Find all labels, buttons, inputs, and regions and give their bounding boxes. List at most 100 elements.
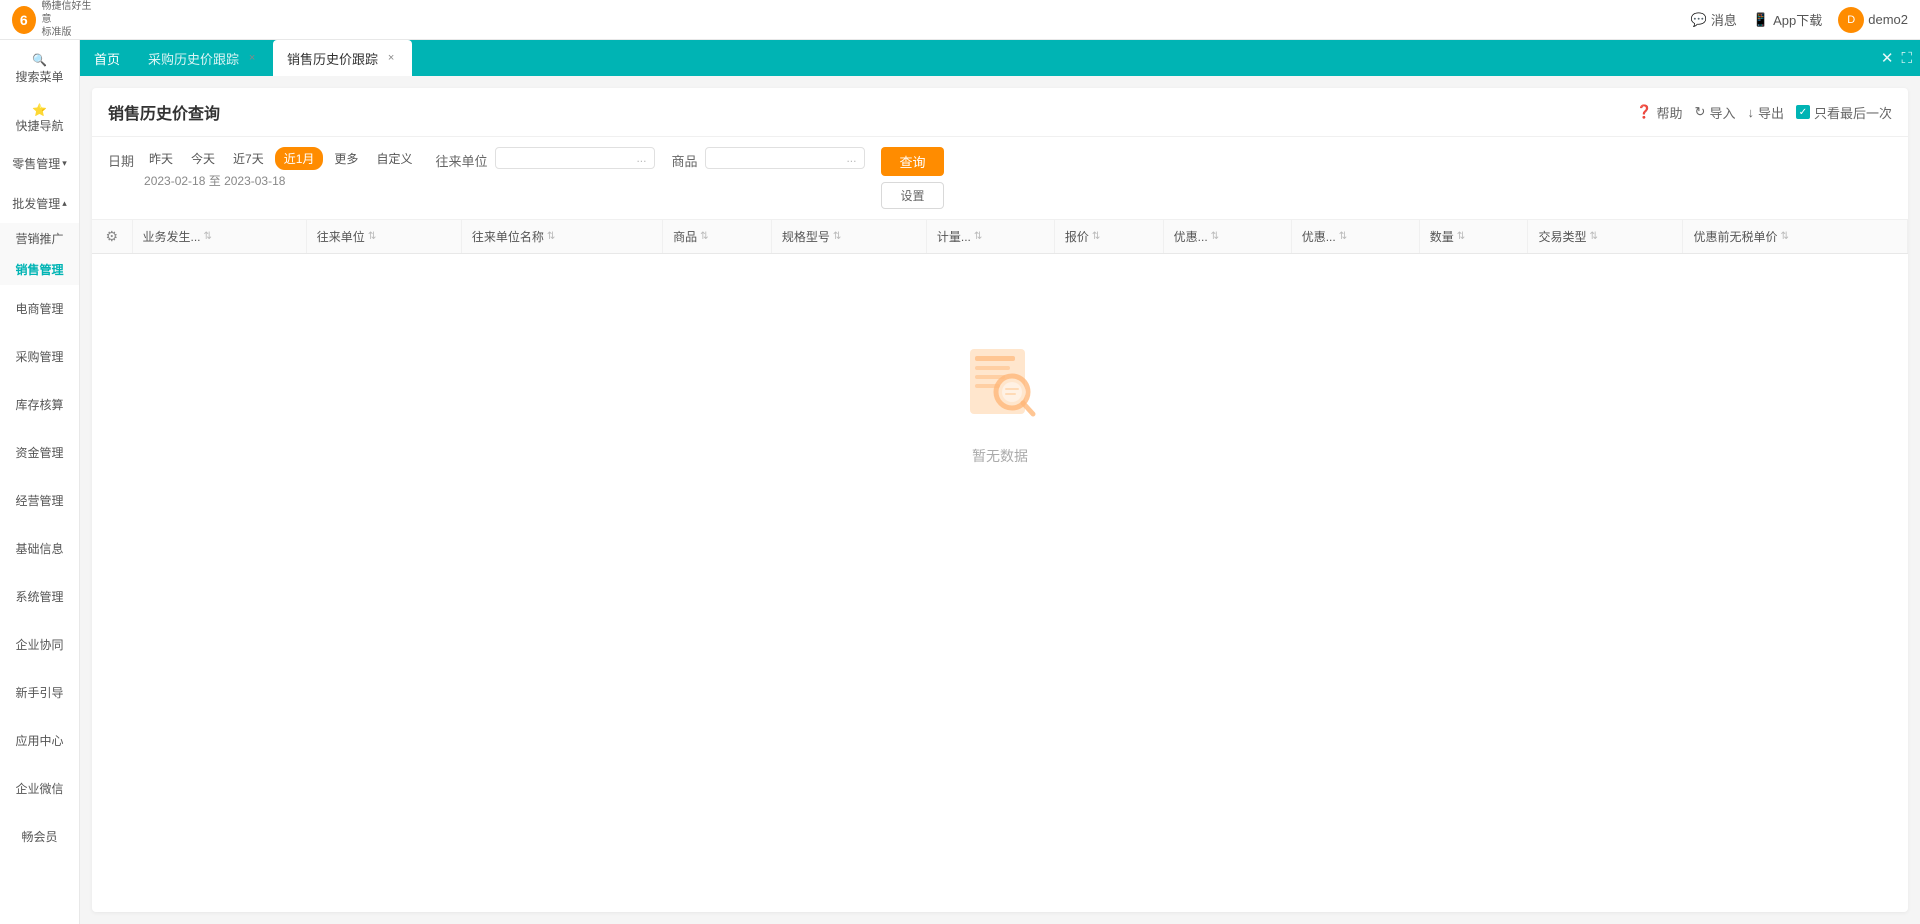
product-input[interactable]: ... xyxy=(705,147,865,169)
sort-icon-unit: ⇅ xyxy=(974,231,982,242)
sidebar-section-retail: 零售管理 ▾ xyxy=(0,143,79,183)
col-quantity[interactable]: 数量 ⇅ xyxy=(1419,220,1528,254)
sidebar-section-wholesale: 批发管理 ▴ 营销推广 销售管理 xyxy=(0,183,79,285)
sidebar-item-inventory[interactable]: 库存核算 xyxy=(0,381,79,429)
tab-sales-history[interactable]: 销售历史价跟踪 × xyxy=(273,40,412,76)
sidebar-item-search-menu[interactable]: 🔍 搜索菜单 xyxy=(0,44,79,94)
col-quote[interactable]: 报价 ⇅ xyxy=(1054,220,1163,254)
tab-purchase-history[interactable]: 采购历史价跟踪 × xyxy=(134,40,273,76)
col-spec[interactable]: 规格型号 ⇅ xyxy=(771,220,926,254)
sidebar-menu: 🔍 搜索菜单 ⭐ 快捷导航 零售管理 ▾ 批发管理 ▴ 营销推广 销售管理 xyxy=(0,40,79,924)
col-partner-name[interactable]: 往来单位名称 ⇅ xyxy=(461,220,662,254)
empty-text: 暂无数据 xyxy=(972,446,1028,466)
logo-area: 6 畅捷信好生意 标准版 xyxy=(12,0,92,39)
message-button[interactable]: 💬 消息 xyxy=(1691,10,1737,29)
sidebar-item-apps[interactable]: 应用中心 xyxy=(0,717,79,765)
main-content: 销售历史价查询 ❓ 帮助 ↻ 导入 ↓ 导出 ✓ 只看最后一次 xyxy=(80,76,1920,924)
query-button[interactable]: 查询 xyxy=(881,147,943,176)
topbar-left: 6 畅捷信好生意 标准版 xyxy=(12,0,92,39)
col-partner-code[interactable]: 往来单位 ⇅ xyxy=(306,220,461,254)
help-button[interactable]: ❓ 帮助 xyxy=(1636,103,1682,122)
date-more[interactable]: 更多 xyxy=(327,147,365,170)
sort-icon-pre-tax-price: ⇅ xyxy=(1781,231,1789,242)
col-discount2[interactable]: 优惠... ⇅ xyxy=(1291,220,1419,254)
col-trade-type[interactable]: 交易类型 ⇅ xyxy=(1528,220,1683,254)
sort-icon-quantity: ⇅ xyxy=(1457,231,1465,242)
sort-icon-discount2: ⇅ xyxy=(1339,231,1347,242)
tabsbar-right: ✕ ⛶ xyxy=(1881,49,1912,67)
user-menu[interactable]: D demo2 xyxy=(1838,7,1908,33)
col-biz-date[interactable]: 业务发生... ⇅ xyxy=(132,220,306,254)
sort-icon-product: ⇅ xyxy=(700,231,708,242)
product-filter-group: 商品 ... xyxy=(671,147,865,170)
table-head: ⚙ 业务发生... ⇅ 往来单位 ⇅ xyxy=(92,220,1908,254)
user-avatar: D xyxy=(1838,7,1864,33)
phone-icon: 📱 xyxy=(1753,12,1769,28)
partner-input[interactable]: ... xyxy=(495,147,655,169)
sidebar-item-marketing[interactable]: 营销推广 xyxy=(0,223,79,254)
sort-icon-discount1: ⇅ xyxy=(1211,231,1219,242)
tab-sales-history-close[interactable]: × xyxy=(384,51,398,65)
sidebar-item-system[interactable]: 系统管理 xyxy=(0,573,79,621)
checkbox-icon: ✓ xyxy=(1796,105,1810,119)
sidebar-item-basic-info[interactable]: 基础信息 xyxy=(0,525,79,573)
sidebar-item-guide[interactable]: 新手引导 xyxy=(0,669,79,717)
date-today[interactable]: 今天 xyxy=(184,147,222,170)
col-unit[interactable]: 计量... ⇅ xyxy=(926,220,1054,254)
sidebar-item-operations[interactable]: 经营管理 xyxy=(0,477,79,525)
table-container: ⚙ 业务发生... ⇅ 往来单位 ⇅ xyxy=(92,220,1908,254)
retail-expand-icon: ▾ xyxy=(62,158,67,169)
empty-state: 暂无数据 xyxy=(92,254,1908,526)
tab-home[interactable]: 首页 xyxy=(80,40,134,76)
sidebar-item-wholesale-mgmt[interactable]: 批发管理 ▴ xyxy=(0,183,79,223)
close-window-button[interactable]: ✕ xyxy=(1881,49,1894,67)
help-icon: ❓ xyxy=(1636,104,1652,120)
data-table: ⚙ 业务发生... ⇅ 往来单位 ⇅ xyxy=(92,220,1908,254)
export-button[interactable]: ↓ 导出 xyxy=(1747,103,1784,122)
sidebar-item-finance[interactable]: 资金管理 xyxy=(0,429,79,477)
logo-icon: 6 xyxy=(12,6,36,34)
fullscreen-button[interactable]: ⛶ xyxy=(1901,50,1912,67)
sidebar-item-enterprise[interactable]: 企业协同 xyxy=(0,621,79,669)
topbar: 6 畅捷信好生意 标准版 💬 消息 📱 App下载 D demo2 xyxy=(0,0,1920,40)
message-icon: 💬 xyxy=(1691,12,1707,28)
page-title: 销售历史价查询 xyxy=(108,100,220,124)
sort-icon-partner-name: ⇅ xyxy=(547,231,555,242)
col-pre-tax-price[interactable]: 优惠前无税单价 ⇅ xyxy=(1683,220,1908,254)
sidebar-item-wechat[interactable]: 企业微信 xyxy=(0,765,79,813)
tab-purchase-history-close[interactable]: × xyxy=(245,51,259,65)
col-product[interactable]: 商品 ⇅ xyxy=(663,220,772,254)
sidebar-item-quick-nav[interactable]: ⭐ 快捷导航 xyxy=(0,94,79,144)
import-icon: ↻ xyxy=(1695,104,1706,120)
sidebar-item-ecommerce[interactable]: 电商管理 xyxy=(0,285,79,333)
sidebar-wholesale-sub: 营销推广 销售管理 xyxy=(0,223,79,285)
date-1month[interactable]: 近1月 xyxy=(275,147,324,170)
settings-button[interactable]: 设置 xyxy=(881,182,943,209)
app-download-button[interactable]: 📱 App下载 xyxy=(1753,10,1822,29)
date-yesterday[interactable]: 昨天 xyxy=(142,147,180,170)
date-custom[interactable]: 自定义 xyxy=(369,147,419,170)
filter-dates: 昨天 今天 近7天 近1月 更多 自定义 2023-02-18 至 2023-0… xyxy=(142,147,419,189)
page-container: 销售历史价查询 ❓ 帮助 ↻ 导入 ↓ 导出 ✓ 只看最后一次 xyxy=(92,88,1908,912)
sort-icon-partner-code: ⇅ xyxy=(368,231,376,242)
wholesale-expand-icon: ▴ xyxy=(62,198,67,209)
logo-text: 畅捷信好生意 标准版 xyxy=(42,0,92,39)
page-header: 销售历史价查询 ❓ 帮助 ↻ 导入 ↓ 导出 ✓ 只看最后一次 xyxy=(92,88,1908,137)
import-button[interactable]: ↻ 导入 xyxy=(1695,103,1736,122)
sort-icon-trade-type: ⇅ xyxy=(1589,231,1597,242)
sort-icon-biz-date: ⇅ xyxy=(204,231,212,242)
table-header-row: ⚙ 业务发生... ⇅ 往来单位 ⇅ xyxy=(92,220,1908,254)
partner-filter-group: 往来单位 ... xyxy=(435,147,655,170)
col-settings[interactable]: ⚙ xyxy=(92,220,132,254)
empty-illustration xyxy=(950,334,1050,434)
sidebar-item-purchase[interactable]: 采购管理 xyxy=(0,333,79,381)
only-last-checkbox[interactable]: ✓ 只看最后一次 xyxy=(1796,103,1892,122)
date-7days[interactable]: 近7天 xyxy=(226,147,271,170)
search-icon: 🔍 xyxy=(32,52,47,69)
sidebar-item-sales-mgmt[interactable]: 销售管理 xyxy=(0,254,79,285)
sidebar-item-retail-mgmt[interactable]: 零售管理 ▾ xyxy=(0,143,79,183)
sidebar-item-member[interactable]: 畅会员 xyxy=(0,813,79,861)
col-discount1[interactable]: 优惠... ⇅ xyxy=(1163,220,1291,254)
page-actions: ❓ 帮助 ↻ 导入 ↓ 导出 ✓ 只看最后一次 xyxy=(1636,103,1892,122)
tabsbar: 首页 采购历史价跟踪 × 销售历史价跟踪 × ✕ ⛶ xyxy=(80,40,1920,76)
